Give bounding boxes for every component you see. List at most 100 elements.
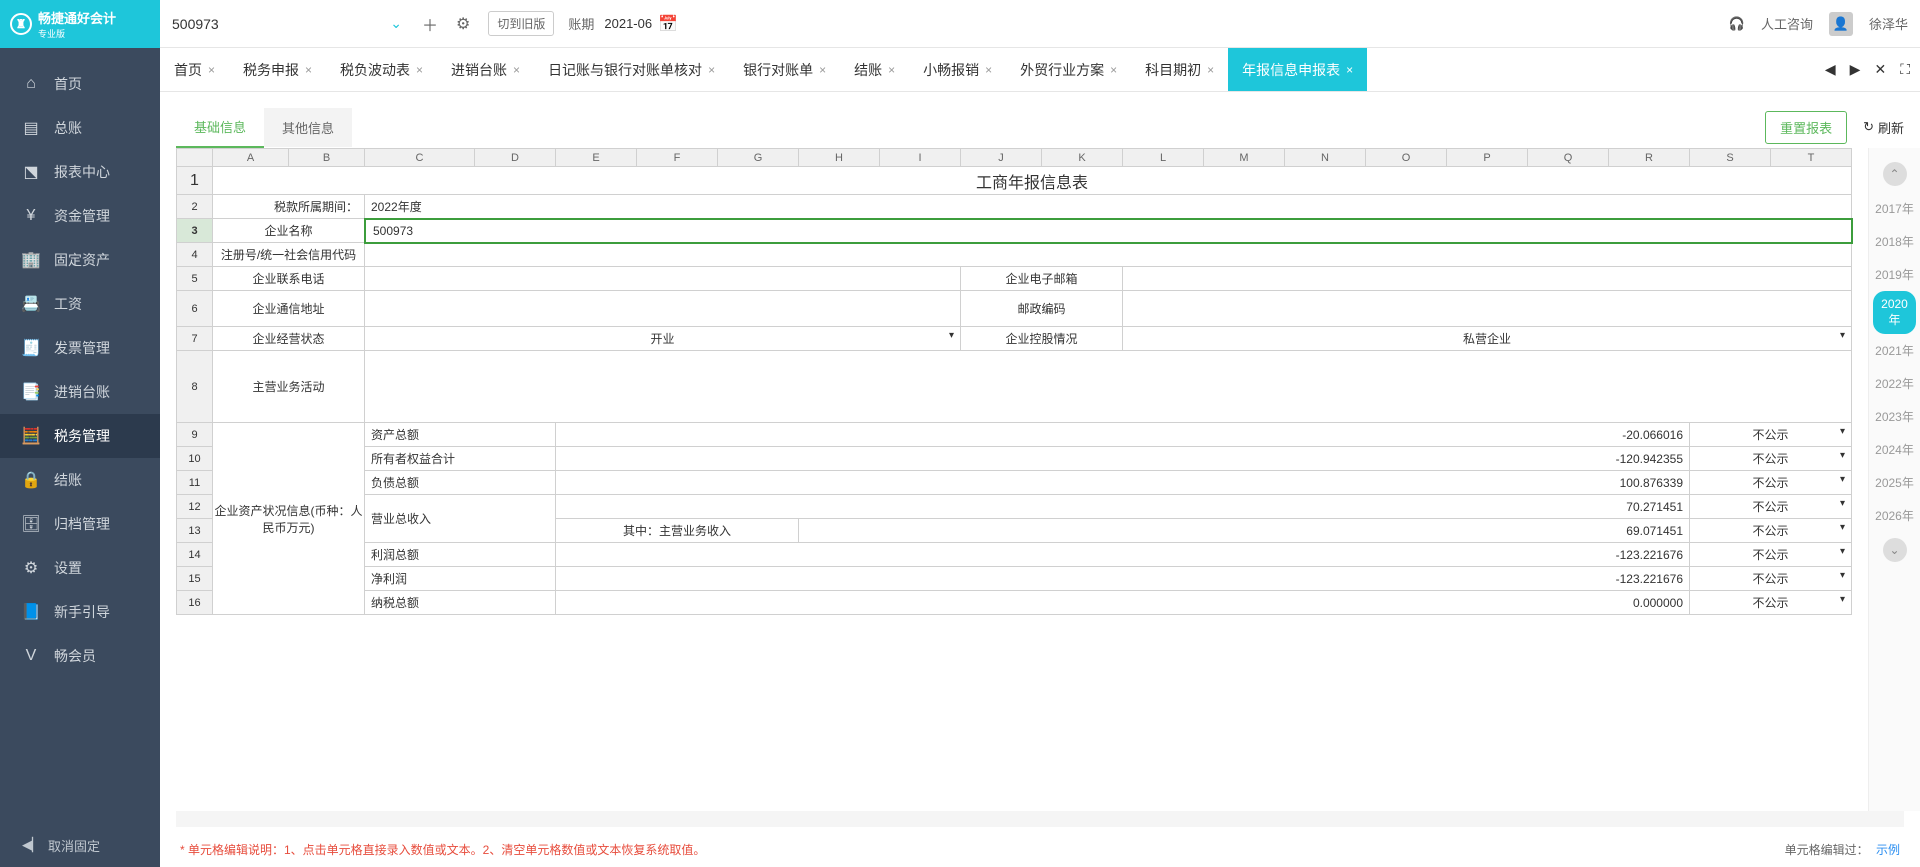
- tab-3[interactable]: 进销台账×: [437, 48, 534, 91]
- tab-6[interactable]: 结账×: [840, 48, 909, 91]
- tax-period-label[interactable]: 税款所属期间：: [213, 195, 365, 219]
- fin-label-5[interactable]: 利润总额: [365, 543, 556, 567]
- tab-1[interactable]: 税务申报×: [229, 48, 326, 91]
- postcode-value[interactable]: [1123, 291, 1852, 327]
- fin-sublabel-4[interactable]: 其中：主营业务收入: [556, 519, 799, 543]
- tab-close-0[interactable]: ×: [208, 63, 215, 77]
- tab-close-2[interactable]: ×: [416, 63, 423, 77]
- calendar-icon[interactable]: 📅: [658, 14, 678, 34]
- nav-item-3[interactable]: ¥资金管理: [0, 194, 160, 238]
- row-header-10[interactable]: 10: [177, 447, 213, 471]
- row-header-4[interactable]: 4: [177, 243, 213, 267]
- year-down-icon[interactable]: ⌄: [1883, 538, 1907, 562]
- company-name-input[interactable]: 500973: [365, 219, 1852, 243]
- nav-item-12[interactable]: 📘新手引导: [0, 590, 160, 634]
- tab-5[interactable]: 银行对账单×: [729, 48, 840, 91]
- phone-label[interactable]: 企业联系电话: [213, 267, 365, 291]
- tab-9[interactable]: 科目期初×: [1131, 48, 1228, 91]
- tab-close-8[interactable]: ×: [1110, 63, 1117, 77]
- row-header-6[interactable]: 6: [177, 291, 213, 327]
- period-value[interactable]: 2021-06: [604, 16, 652, 31]
- user-name[interactable]: 徐泽华: [1869, 14, 1908, 33]
- row-header-11[interactable]: 11: [177, 471, 213, 495]
- fin-val-7[interactable]: 0.000000: [556, 591, 1690, 615]
- nav-item-4[interactable]: 🏢固定资产: [0, 238, 160, 282]
- holding-label[interactable]: 企业控股情况: [961, 327, 1123, 351]
- col-header-E[interactable]: E: [556, 149, 637, 167]
- year-2017年[interactable]: 2017年: [1869, 192, 1920, 225]
- year-up-icon[interactable]: ⌃: [1883, 162, 1907, 186]
- nav-item-0[interactable]: ⌂首页: [0, 62, 160, 106]
- col-header-J[interactable]: J: [961, 149, 1042, 167]
- email-value[interactable]: [1123, 267, 1852, 291]
- row-header-14[interactable]: 14: [177, 543, 213, 567]
- sub-tab-other[interactable]: 其他信息: [264, 108, 352, 147]
- nav-item-9[interactable]: 🔒结账: [0, 458, 160, 502]
- tab-close-9[interactable]: ×: [1207, 63, 1214, 77]
- address-value[interactable]: [365, 291, 961, 327]
- year-2020年[interactable]: 2020年: [1873, 291, 1916, 334]
- fin-pub-4[interactable]: 不公示: [1690, 519, 1852, 543]
- row-header-7[interactable]: 7: [177, 327, 213, 351]
- tax-period-value[interactable]: 2022年度: [365, 195, 1852, 219]
- fin-pub-6[interactable]: 不公示: [1690, 567, 1852, 591]
- col-header-N[interactable]: N: [1285, 149, 1366, 167]
- fin-pub-0[interactable]: 不公示: [1690, 423, 1852, 447]
- address-label[interactable]: 企业通信地址: [213, 291, 365, 327]
- nav-item-11[interactable]: ⚙设置: [0, 546, 160, 590]
- col-header-K[interactable]: K: [1042, 149, 1123, 167]
- fin-label-7[interactable]: 纳税总额: [365, 591, 556, 615]
- nav-item-2[interactable]: ⬔报表中心: [0, 150, 160, 194]
- tab-close-7[interactable]: ×: [985, 63, 992, 77]
- unpin-button[interactable]: ◀▏ 取消固定: [0, 823, 160, 867]
- tab-close-6[interactable]: ×: [888, 63, 895, 77]
- sub-tab-basic[interactable]: 基础信息: [176, 107, 264, 148]
- year-2018年[interactable]: 2018年: [1869, 225, 1920, 258]
- row-header-16[interactable]: 16: [177, 591, 213, 615]
- fin-label-3[interactable]: 营业总收入: [365, 495, 556, 543]
- status-label[interactable]: 企业经营状态: [213, 327, 365, 351]
- horizontal-scrollbar[interactable]: [176, 811, 1904, 827]
- fin-val-6[interactable]: -123.221676: [556, 567, 1690, 591]
- row-header-13[interactable]: 13: [177, 519, 213, 543]
- avatar[interactable]: 👤: [1829, 12, 1853, 36]
- asset-group-label[interactable]: 企业资产状况信息(币种：人民币万元): [213, 423, 365, 615]
- email-label[interactable]: 企业电子邮箱: [961, 267, 1123, 291]
- refresh-button[interactable]: ↻ 刷新: [1863, 118, 1904, 137]
- fin-pub-1[interactable]: 不公示: [1690, 447, 1852, 471]
- row-header-5[interactable]: 5: [177, 267, 213, 291]
- col-header-G[interactable]: G: [718, 149, 799, 167]
- main-biz-value[interactable]: [365, 351, 1852, 423]
- year-2024年[interactable]: 2024年: [1869, 433, 1920, 466]
- old-version-button[interactable]: 切到旧版: [488, 11, 554, 36]
- reg-code-value[interactable]: [365, 243, 1852, 267]
- fin-pub-5[interactable]: 不公示: [1690, 543, 1852, 567]
- tab-4[interactable]: 日记账与银行对账单核对×: [534, 48, 729, 91]
- support-label[interactable]: 人工咨询: [1761, 14, 1813, 33]
- tab-prev-icon[interactable]: ◀: [1825, 61, 1836, 78]
- row-header-2[interactable]: 2: [177, 195, 213, 219]
- sheet-wrap[interactable]: ABCDEFGHIJKLMNOPQRST 1 工商年报信息表 2 税款所属期间：…: [160, 148, 1868, 811]
- col-header-H[interactable]: H: [799, 149, 880, 167]
- footer-example-link[interactable]: 示例: [1876, 843, 1900, 857]
- spreadsheet[interactable]: ABCDEFGHIJKLMNOPQRST 1 工商年报信息表 2 税款所属期间：…: [176, 148, 1852, 615]
- tab-close-1[interactable]: ×: [305, 63, 312, 77]
- phone-value[interactable]: [365, 267, 961, 291]
- main-biz-label[interactable]: 主营业务活动: [213, 351, 365, 423]
- row-header-12[interactable]: 12: [177, 495, 213, 519]
- tab-0[interactable]: 首页×: [160, 48, 229, 91]
- year-2021年[interactable]: 2021年: [1869, 334, 1920, 367]
- nav-item-13[interactable]: V畅会员: [0, 634, 160, 678]
- tab-7[interactable]: 小畅报销×: [909, 48, 1006, 91]
- fin-val-3[interactable]: 70.271451: [556, 495, 1690, 519]
- year-2023年[interactable]: 2023年: [1869, 400, 1920, 433]
- col-header-M[interactable]: M: [1204, 149, 1285, 167]
- fin-pub-3[interactable]: 不公示: [1690, 495, 1852, 519]
- fin-pub-2[interactable]: 不公示: [1690, 471, 1852, 495]
- nav-item-1[interactable]: ▤总账: [0, 106, 160, 150]
- nav-item-6[interactable]: 🧾发票管理: [0, 326, 160, 370]
- nav-item-8[interactable]: 🧮税务管理: [0, 414, 160, 458]
- col-header-P[interactable]: P: [1447, 149, 1528, 167]
- tab-8[interactable]: 外贸行业方案×: [1006, 48, 1131, 91]
- tab-next-icon[interactable]: ▶: [1850, 61, 1861, 78]
